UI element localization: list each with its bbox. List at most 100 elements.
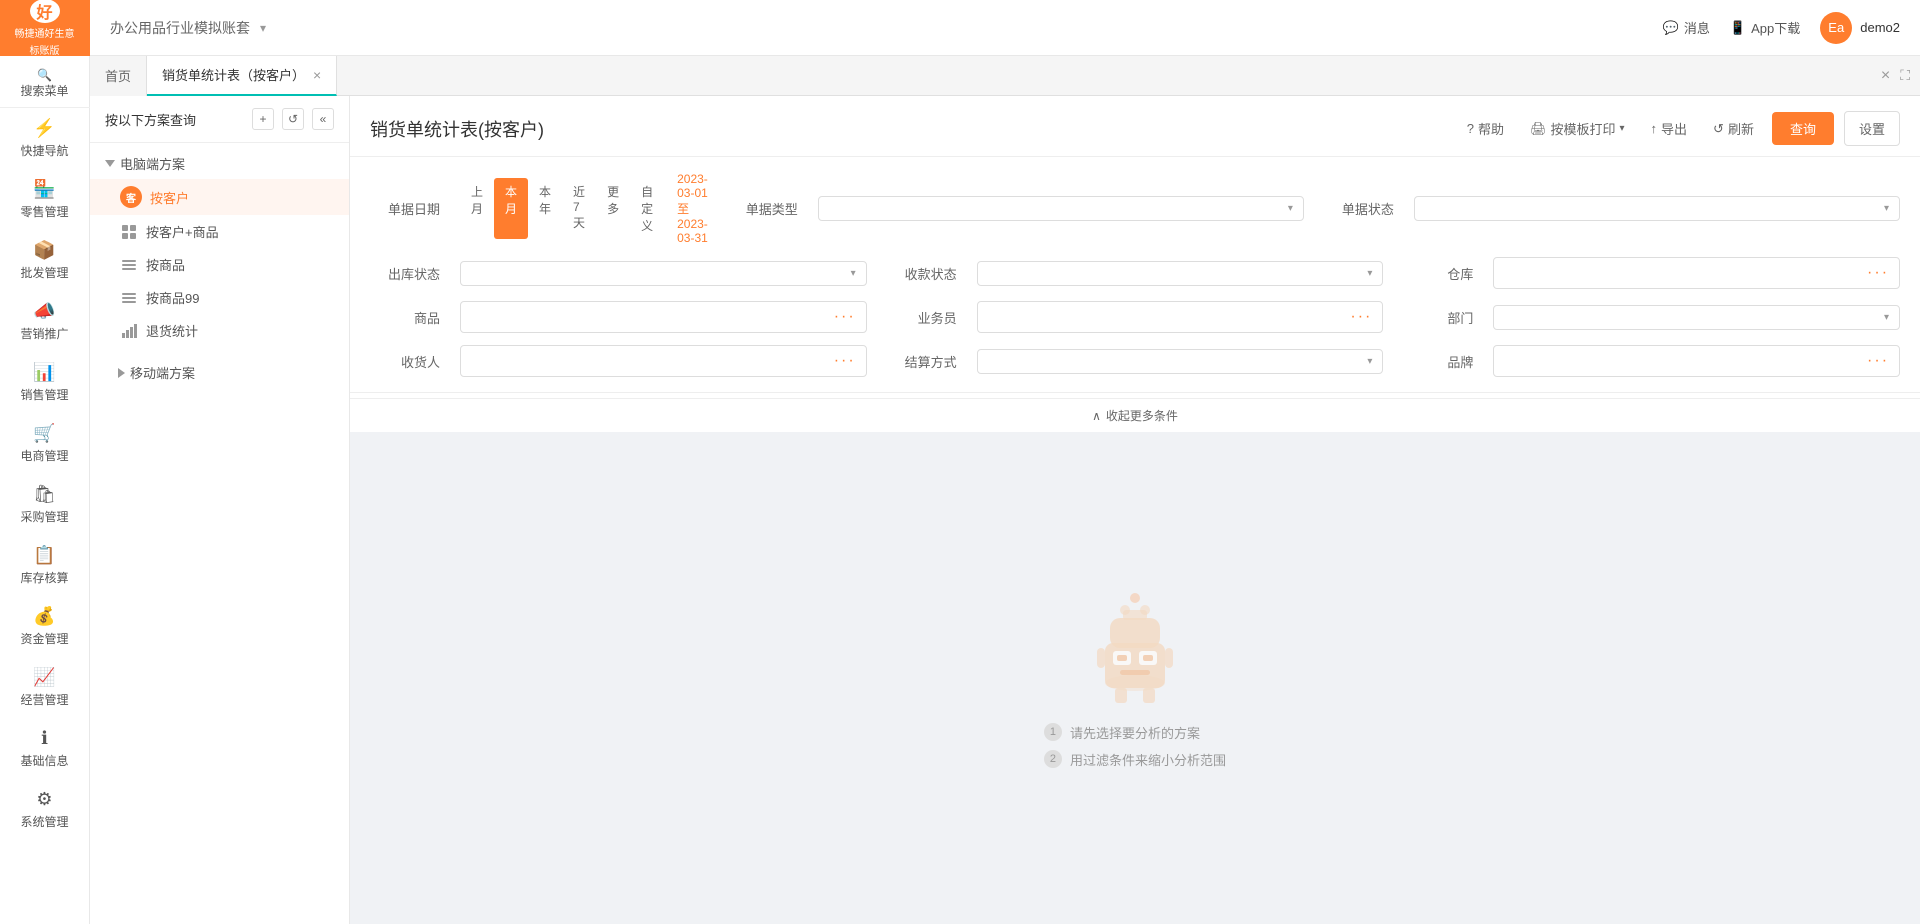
out-status-select[interactable]: ▾ [460,261,867,286]
user-area[interactable]: Ea demo2 [1820,12,1900,44]
finance-icon: 💰 [33,606,55,627]
sidebar-item-search[interactable]: 🔍 搜索菜单 [0,56,90,108]
order-status-select[interactable]: ▾ [1414,196,1900,221]
scheme-item-goods[interactable]: 按商品 [90,248,349,281]
hint-1-text: 请先选择要分析的方案 [1070,723,1200,742]
collapse-icon: ∧ [1092,409,1101,423]
system-icon: ⚙ [36,789,52,810]
left-panel-header: 按以下方案查询 + ↺ « [90,96,349,143]
content-area: 按以下方案查询 + ↺ « 电脑端方案 客 按客户 [90,96,1920,924]
mobile-scheme-header[interactable]: 移动端方案 [90,357,349,388]
refresh-btn[interactable]: ↺ 刷新 [1705,115,1762,142]
scheme-item-customer[interactable]: 客 按客户 [90,179,349,215]
tab-home[interactable]: 首页 [90,56,147,96]
sidebar-label-inventory: 库存核算 [20,569,68,586]
salesperson-select[interactable]: ··· [977,301,1384,333]
empty-hint-1: 1 请先选择要分析的方案 [1044,723,1200,742]
scheme-item-customer-goods[interactable]: 按客户+商品 [90,215,349,248]
order-type-select[interactable]: ▾ [818,196,1304,221]
department-label: 部门 [1403,308,1473,327]
app-logo[interactable]: 好 畅捷通好生意 标账版 [0,0,90,56]
page-header: 销货单统计表(按客户) ? 帮助 🖨 按模板打印 ▾ ↑ 导出 [350,96,1920,157]
brand-select[interactable]: ··· [1493,345,1900,377]
order-type-arrow: ▾ [1288,203,1293,214]
sidebar-label-wholesale: 批发管理 [20,264,68,281]
print-label: 按模板打印 [1550,119,1615,138]
date-tab-this-year[interactable]: 本年 [528,178,562,239]
date-tab-last-month[interactable]: 上月 [460,178,494,239]
mobile-scheme-label: 移动端方案 [130,363,195,382]
warehouse-select[interactable]: ··· [1493,257,1900,289]
department-select[interactable]: ▾ [1493,305,1900,330]
date-filter-control: 上月 本月 本年 近7天 更多 自定义 2023-03-01 至 2023-03… [460,172,708,245]
app-download-btn[interactable]: 📱 App下载 [1730,18,1800,37]
avatar: Ea [1820,12,1852,44]
receiver-dots: ··· [834,352,856,370]
collapse-panel-btn[interactable]: « [312,108,334,130]
desktop-scheme-header[interactable]: 电脑端方案 [90,148,349,179]
sidebar-item-basic-info[interactable]: ℹ 基础信息 [0,718,90,779]
add-scheme-btn[interactable]: + [252,108,274,130]
collapse-filter-btn[interactable]: ∧ 收起更多条件 [350,398,1920,432]
sidebar-item-finance[interactable]: 💰 资金管理 [0,596,90,657]
print-btn[interactable]: 🖨 按模板打印 ▾ [1522,115,1633,142]
sidebar-item-sales[interactable]: 📊 销售管理 [0,352,90,413]
inventory-icon: 📋 [33,545,55,566]
header-dropdown-icon[interactable]: ▾ [260,21,266,35]
sidebar-item-system[interactable]: ⚙ 系统管理 [0,779,90,840]
return-icon [120,322,138,340]
goods-icon [120,256,138,274]
logo-sub-text: 标账版 [30,42,60,57]
goods-select[interactable]: ··· [460,301,867,333]
order-type-label: 单据类型 [728,199,798,218]
sidebar-item-marketing[interactable]: 📣 营销推广 [0,291,90,352]
help-btn[interactable]: ? 帮助 [1459,115,1512,142]
receipt-status-select[interactable]: ▾ [977,261,1384,286]
sidebar-item-wholesale[interactable]: 📦 批发管理 [0,230,90,291]
print-dropdown-icon: ▾ [1620,123,1625,134]
tab-close-icon[interactable]: × [313,67,321,83]
settlement-arrow: ▾ [1367,356,1372,367]
filter-area: 单据日期 上月 本月 本年 近7天 更多 自定义 2023-03-01 至 20… [350,157,1920,393]
query-button[interactable]: 查询 [1772,112,1834,145]
expand-icon [105,160,115,167]
scheme-item-return[interactable]: 退货统计 [90,314,349,347]
empty-state: 1 请先选择要分析的方案 2 用过滤条件来缩小分析范围 [350,432,1920,924]
settlement-select[interactable]: ▾ [977,349,1384,374]
logo-icon: 好 [30,0,60,23]
date-tab-this-month[interactable]: 本月 [494,178,528,239]
sidebar-item-retail[interactable]: 🏪 零售管理 [0,169,90,230]
sidebar-item-purchase[interactable]: 🛍 采购管理 [0,474,90,535]
date-tab-custom[interactable]: 自定义 [630,178,664,239]
customer-icon: 客 [120,186,142,208]
tab-sales-report[interactable]: 销货单统计表（按客户） × [147,56,337,96]
message-btn[interactable]: 💬 消息 [1663,18,1710,37]
empty-hints: 1 请先选择要分析的方案 2 用过滤条件来缩小分析范围 [1044,723,1226,769]
sidebar-item-ecommerce[interactable]: 🛒 电商管理 [0,413,90,474]
right-panel: 销货单统计表(按客户) ? 帮助 🖨 按模板打印 ▾ ↑ 导出 [350,96,1920,924]
settings-button[interactable]: 设置 [1844,111,1900,146]
step-1-num: 1 [1044,723,1062,741]
sidebar-label-sales: 销售管理 [20,386,68,403]
tab-home-label: 首页 [105,66,131,85]
scheme-item-goods99[interactable]: 按商品99 [90,281,349,314]
sidebar-item-operation[interactable]: 📈 经营管理 [0,657,90,718]
header-right: 💬 消息 📱 App下载 Ea demo2 [1663,12,1900,44]
date-tab-more[interactable]: 更多 [596,178,630,239]
tab-close-page-icon[interactable]: × [1881,67,1890,85]
sidebar-label-system: 系统管理 [20,813,68,830]
sidebar-label-marketing: 营销推广 [20,325,68,342]
date-label: 单据日期 [370,199,440,218]
refresh-scheme-btn[interactable]: ↺ [282,108,304,130]
logo-text: 畅捷通好生意 [15,25,75,40]
sidebar-item-inventory[interactable]: 📋 库存核算 [0,535,90,596]
export-btn[interactable]: ↑ 导出 [1643,115,1696,142]
receiver-select[interactable]: ··· [460,345,867,377]
quick-nav-icon: ⚡ [33,118,55,139]
sidebar-item-quick-nav[interactable]: ⚡ 快捷导航 [0,108,90,169]
sidebar: 好 畅捷通好生意 标账版 🔍 搜索菜单 ⚡ 快捷导航 🏪 零售管理 📦 批发管理… [0,0,90,924]
date-tab-7days[interactable]: 近7天 [562,178,596,239]
tab-maximize-icon[interactable]: ⛶ [1900,67,1910,84]
app-icon: 📱 [1730,20,1746,36]
out-status-label: 出库状态 [370,264,440,283]
